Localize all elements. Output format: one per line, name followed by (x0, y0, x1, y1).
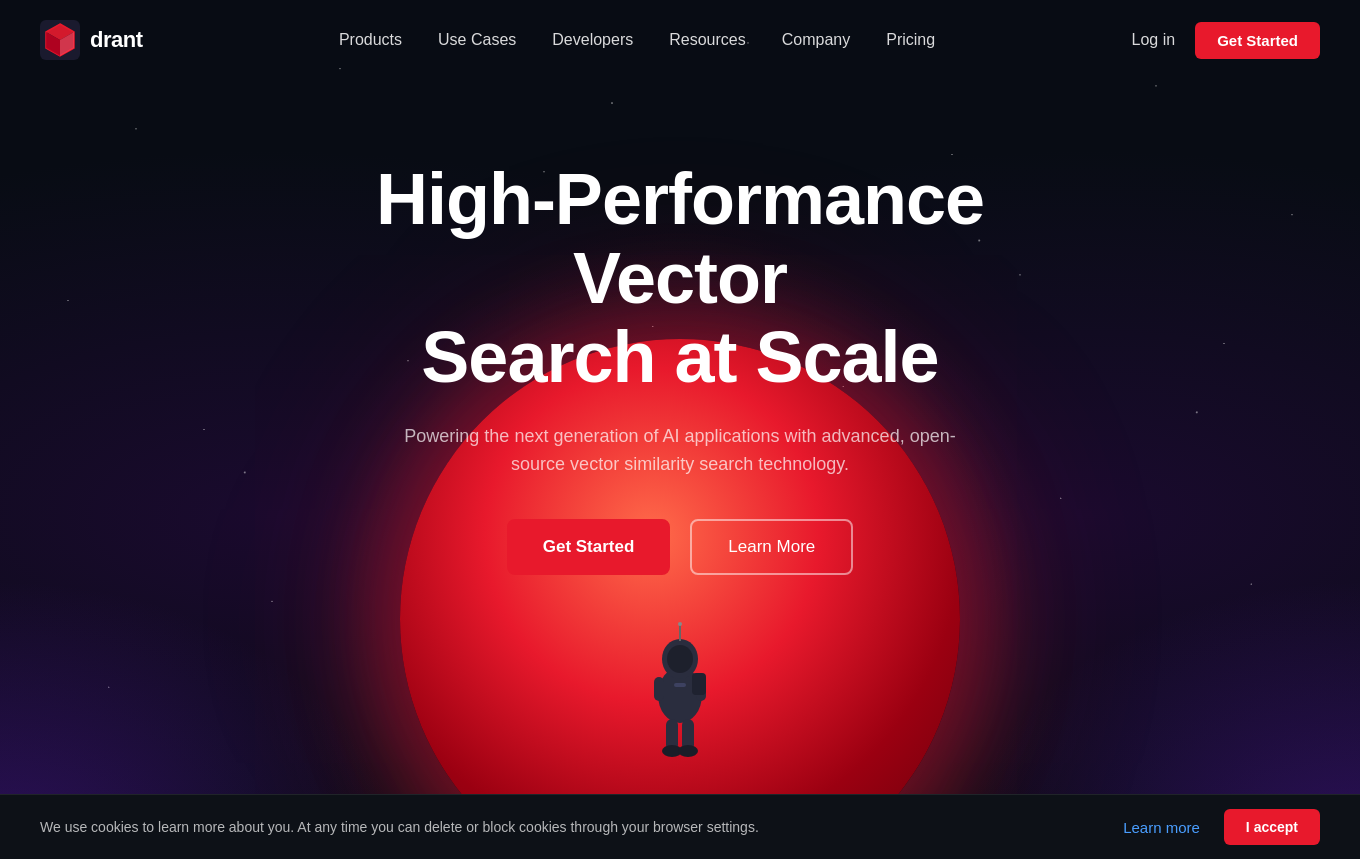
nav-company[interactable]: Company (782, 31, 850, 49)
hero-buttons: Get Started Learn More (507, 519, 854, 575)
cookie-actions: Learn more I accept (1123, 809, 1320, 845)
nav-links: Products Use Cases Developers Resources … (339, 31, 935, 49)
hero-section: High-Performance Vector Search at Scale … (0, 80, 1360, 575)
brand-name: drant (90, 27, 143, 53)
nav-actions: Log in Get Started (1132, 22, 1320, 59)
nav-use-cases[interactable]: Use Cases (438, 31, 516, 49)
svg-rect-10 (654, 677, 664, 701)
nav-products[interactable]: Products (339, 31, 402, 49)
svg-rect-12 (692, 673, 706, 695)
cookie-message: We use cookies to learn more about you. … (40, 819, 759, 835)
hero-get-started-button[interactable]: Get Started (507, 519, 671, 575)
cookie-banner: We use cookies to learn more about you. … (0, 794, 1360, 859)
svg-rect-17 (674, 683, 686, 687)
logo-icon (40, 20, 80, 60)
nav-resources[interactable]: Resources (669, 31, 745, 49)
hero-subtitle: Powering the next generation of AI appli… (400, 422, 960, 480)
astronaut-illustration (640, 615, 720, 779)
nav-pricing[interactable]: Pricing (886, 31, 935, 49)
nav-developers[interactable]: Developers (552, 31, 633, 49)
hero-title: High-Performance Vector Search at Scale (280, 160, 1080, 398)
cookie-learn-more-link[interactable]: Learn more (1123, 819, 1200, 836)
cookie-accept-button[interactable]: I accept (1224, 809, 1320, 845)
svg-point-16 (678, 745, 698, 757)
hero-learn-more-button[interactable]: Learn More (690, 519, 853, 575)
svg-point-7 (667, 645, 693, 673)
login-button[interactable]: Log in (1132, 31, 1176, 49)
get-started-nav-button[interactable]: Get Started (1195, 22, 1320, 59)
logo-link[interactable]: drant (40, 20, 143, 60)
navbar: drant Products Use Cases Developers Reso… (0, 0, 1360, 80)
svg-point-9 (678, 622, 682, 626)
